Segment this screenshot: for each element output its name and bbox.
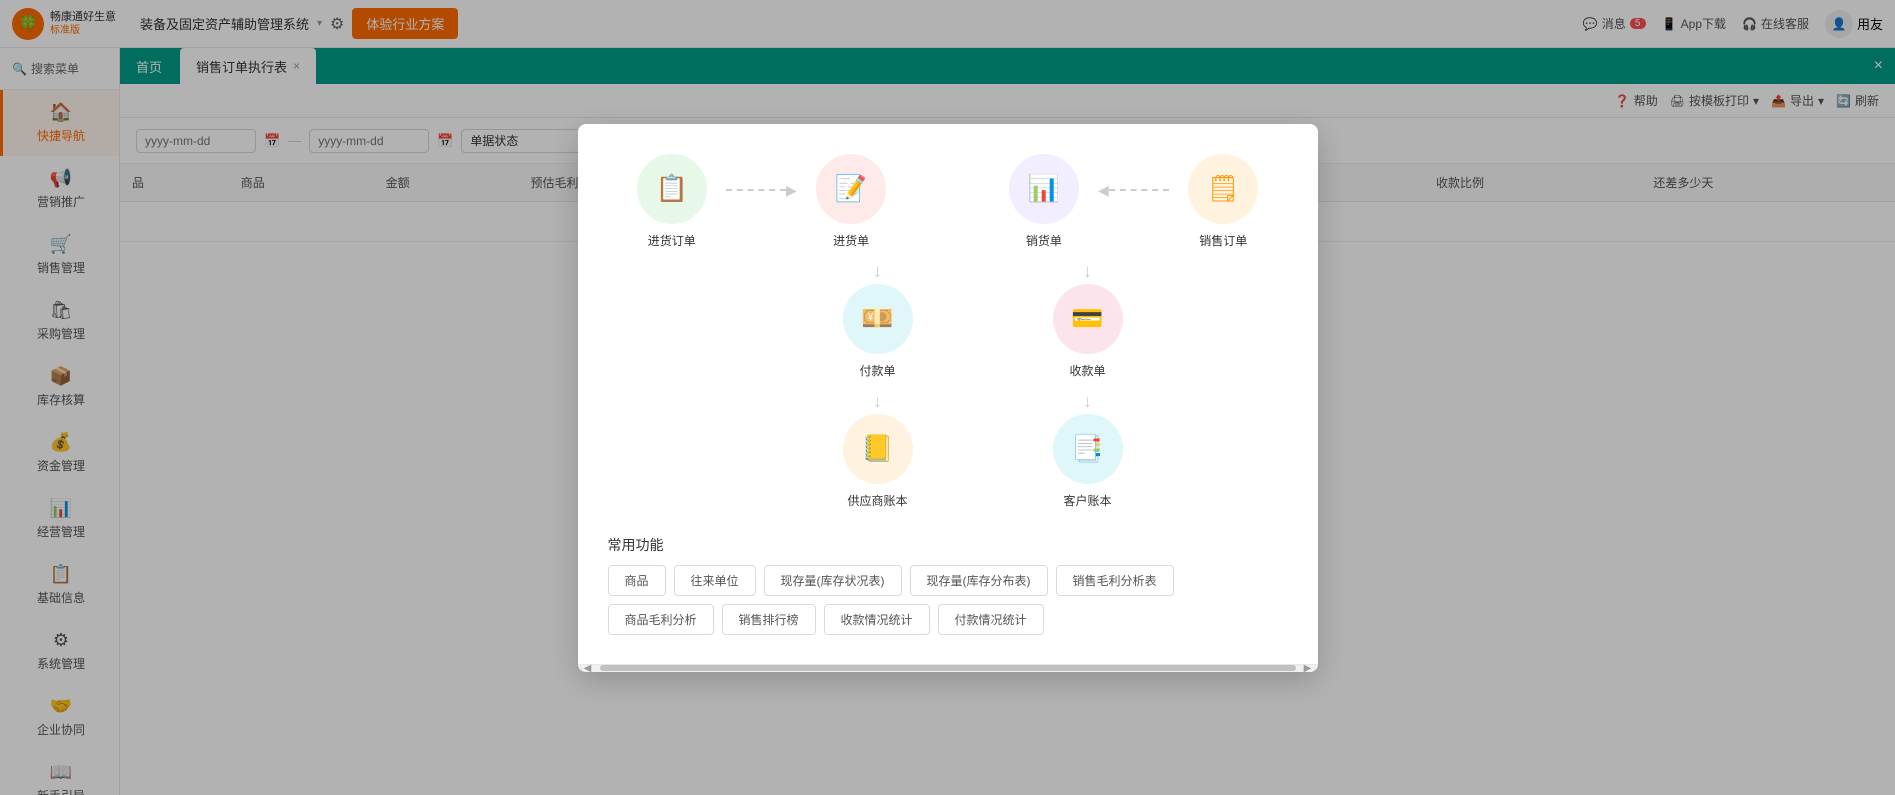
flow-node-sale-bill[interactable]: 📊 销货单 — [980, 154, 1109, 249]
flow-node-customer-account[interactable]: 📑 客户账本 — [1018, 414, 1158, 509]
common-btn-现存量(库存分布表)[interactable]: 现存量(库存分布表) — [910, 565, 1048, 596]
modal-overlay[interactable]: 📋 进货订单 ▶ 📝 — [0, 0, 1895, 795]
flow-node-receipt[interactable]: 💳 收款单 — [1018, 284, 1158, 379]
supplier-account-icon: 📒 — [843, 414, 913, 484]
common-btn-往来单位[interactable]: 往来单位 — [674, 565, 756, 596]
payment-label: 付款单 — [859, 362, 895, 379]
customer-account-icon: 📑 — [1053, 414, 1123, 484]
common-btn-商品[interactable]: 商品 — [608, 565, 666, 596]
common-btn-收款情况统计[interactable]: 收款情况统计 — [824, 604, 930, 635]
common-btn-付款情况统计[interactable]: 付款情况统计 — [938, 604, 1044, 635]
common-btn-商品毛利分析[interactable]: 商品毛利分析 — [608, 604, 714, 635]
flow-row-2: 💴 付款单 💳 收款单 — [608, 284, 1288, 379]
common-btn-销售排行榜[interactable]: 销售排行榜 — [722, 604, 816, 635]
common-title: 常用功能 — [608, 535, 1288, 555]
flow-node-purchase-bill[interactable]: 📝 进货单 — [787, 154, 916, 249]
scroll-left-btn[interactable]: ◀ — [578, 663, 598, 672]
flow-node-sale-order[interactable]: 🗒 销售订单 — [1159, 154, 1288, 249]
sale-order-label: 销售订单 — [1199, 232, 1247, 249]
flow-node-payment[interactable]: 💴 付款单 — [808, 284, 948, 379]
modal: 📋 进货订单 ▶ 📝 — [578, 124, 1318, 672]
modal-content: 📋 进货订单 ▶ 📝 — [578, 124, 1318, 664]
purchase-bill-label: 进货单 — [833, 232, 869, 249]
sale-bill-icon: 📊 — [1009, 154, 1079, 224]
flow-node-supplier-account[interactable]: 📒 供应商账本 — [808, 414, 948, 509]
supplier-account-label: 供应商账本 — [847, 492, 907, 509]
customer-account-label: 客户账本 — [1063, 492, 1111, 509]
common-buttons: 商品往来单位现存量(库存状况表) 现存量(库存分布表) 销售毛利分析表商品毛利分析销… — [608, 565, 1288, 635]
sale-bill-label: 销货单 — [1026, 232, 1062, 249]
flow-arrows-row-2: ↓ ↓ — [608, 389, 1288, 414]
scrollbar-thumb[interactable] — [600, 665, 1296, 671]
purchase-order-icon: 📋 — [637, 154, 707, 224]
modal-scrollbar: ◀ ▶ — [578, 664, 1318, 672]
arrow-down-receipt: ↓ — [1018, 391, 1158, 412]
flow-arrows-row: ↓ ↓ — [608, 259, 1288, 284]
arrow-down-payment: ↓ — [808, 391, 948, 412]
payment-icon: 💴 — [843, 284, 913, 354]
arrow-down-sale: ↓ — [1018, 261, 1158, 282]
arrow-down-purchase: ↓ — [808, 261, 948, 282]
receipt-label: 收款单 — [1069, 362, 1105, 379]
flow-diagram: 📋 进货订单 ▶ 📝 — [608, 154, 1288, 519]
purchase-bill-icon: 📝 — [816, 154, 886, 224]
common-btn-现存量(库存状况表)[interactable]: 现存量(库存状况表) — [764, 565, 902, 596]
flow-row-1: 📋 进货订单 ▶ 📝 — [608, 154, 1288, 249]
scroll-right-btn[interactable]: ▶ — [1298, 663, 1318, 672]
flow-row-3: 📒 供应商账本 📑 客户账本 — [608, 414, 1288, 509]
common-section: 常用功能 商品往来单位现存量(库存状况表)现存量(库存分布表)销售毛利分析表商品… — [608, 535, 1288, 635]
flow-node-purchase-order[interactable]: 📋 进货订单 — [608, 154, 737, 249]
sale-order-icon: 🗒 — [1188, 154, 1258, 224]
purchase-order-label: 进货订单 — [648, 232, 696, 249]
common-btn-销售毛利分析表[interactable]: 销售毛利分析表 — [1056, 565, 1174, 596]
receipt-icon: 💳 — [1053, 284, 1123, 354]
